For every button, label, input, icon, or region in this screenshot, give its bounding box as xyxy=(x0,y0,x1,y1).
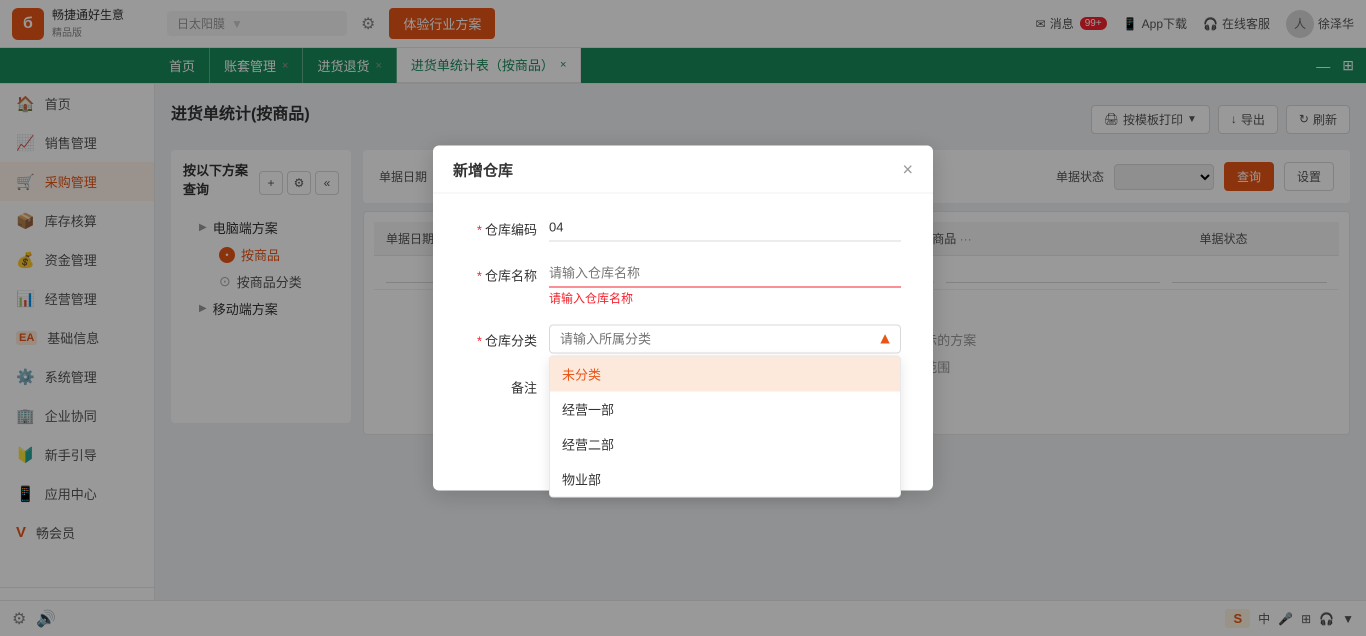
code-label: 仓库编码 xyxy=(465,214,537,239)
modal-title: 新增仓库 xyxy=(453,160,513,181)
category-dropdown: 未分类 经营一部 经营二部 物业部 xyxy=(549,356,901,498)
name-label: 仓库名称 xyxy=(465,260,537,285)
name-control: 请输入仓库名称 xyxy=(549,260,901,307)
code-control xyxy=(549,214,901,242)
category-control: ▲ 未分类 经营一部 经营二部 物业部 xyxy=(549,325,901,354)
code-input[interactable] xyxy=(549,214,901,242)
category-option-unclassified[interactable]: 未分类 xyxy=(550,357,900,392)
modal-header: 新增仓库 × xyxy=(433,146,933,194)
category-toggle-icon[interactable]: ▲ xyxy=(877,330,893,348)
category-input[interactable] xyxy=(549,325,901,354)
add-warehouse-modal: 新增仓库 × 仓库编码 仓库名称 请输入仓库名称 仓库分类 ▲ xyxy=(433,146,933,491)
name-input[interactable] xyxy=(549,260,901,288)
form-row-category: 仓库分类 ▲ 未分类 经营一部 经营二部 物业部 xyxy=(465,325,901,354)
form-row-code: 仓库编码 xyxy=(465,214,901,242)
form-row-name: 仓库名称 请输入仓库名称 xyxy=(465,260,901,307)
modal-body: 仓库编码 仓库名称 请输入仓库名称 仓库分类 ▲ 未分类 xyxy=(433,194,933,438)
category-label: 仓库分类 xyxy=(465,325,537,350)
category-option-dept1[interactable]: 经营一部 xyxy=(550,392,900,427)
name-error-msg: 请输入仓库名称 xyxy=(549,290,901,307)
category-option-property[interactable]: 物业部 xyxy=(550,462,900,497)
category-option-dept2[interactable]: 经营二部 xyxy=(550,427,900,462)
remark-label: 备注 xyxy=(465,372,537,397)
modal-close-icon[interactable]: × xyxy=(902,160,913,181)
